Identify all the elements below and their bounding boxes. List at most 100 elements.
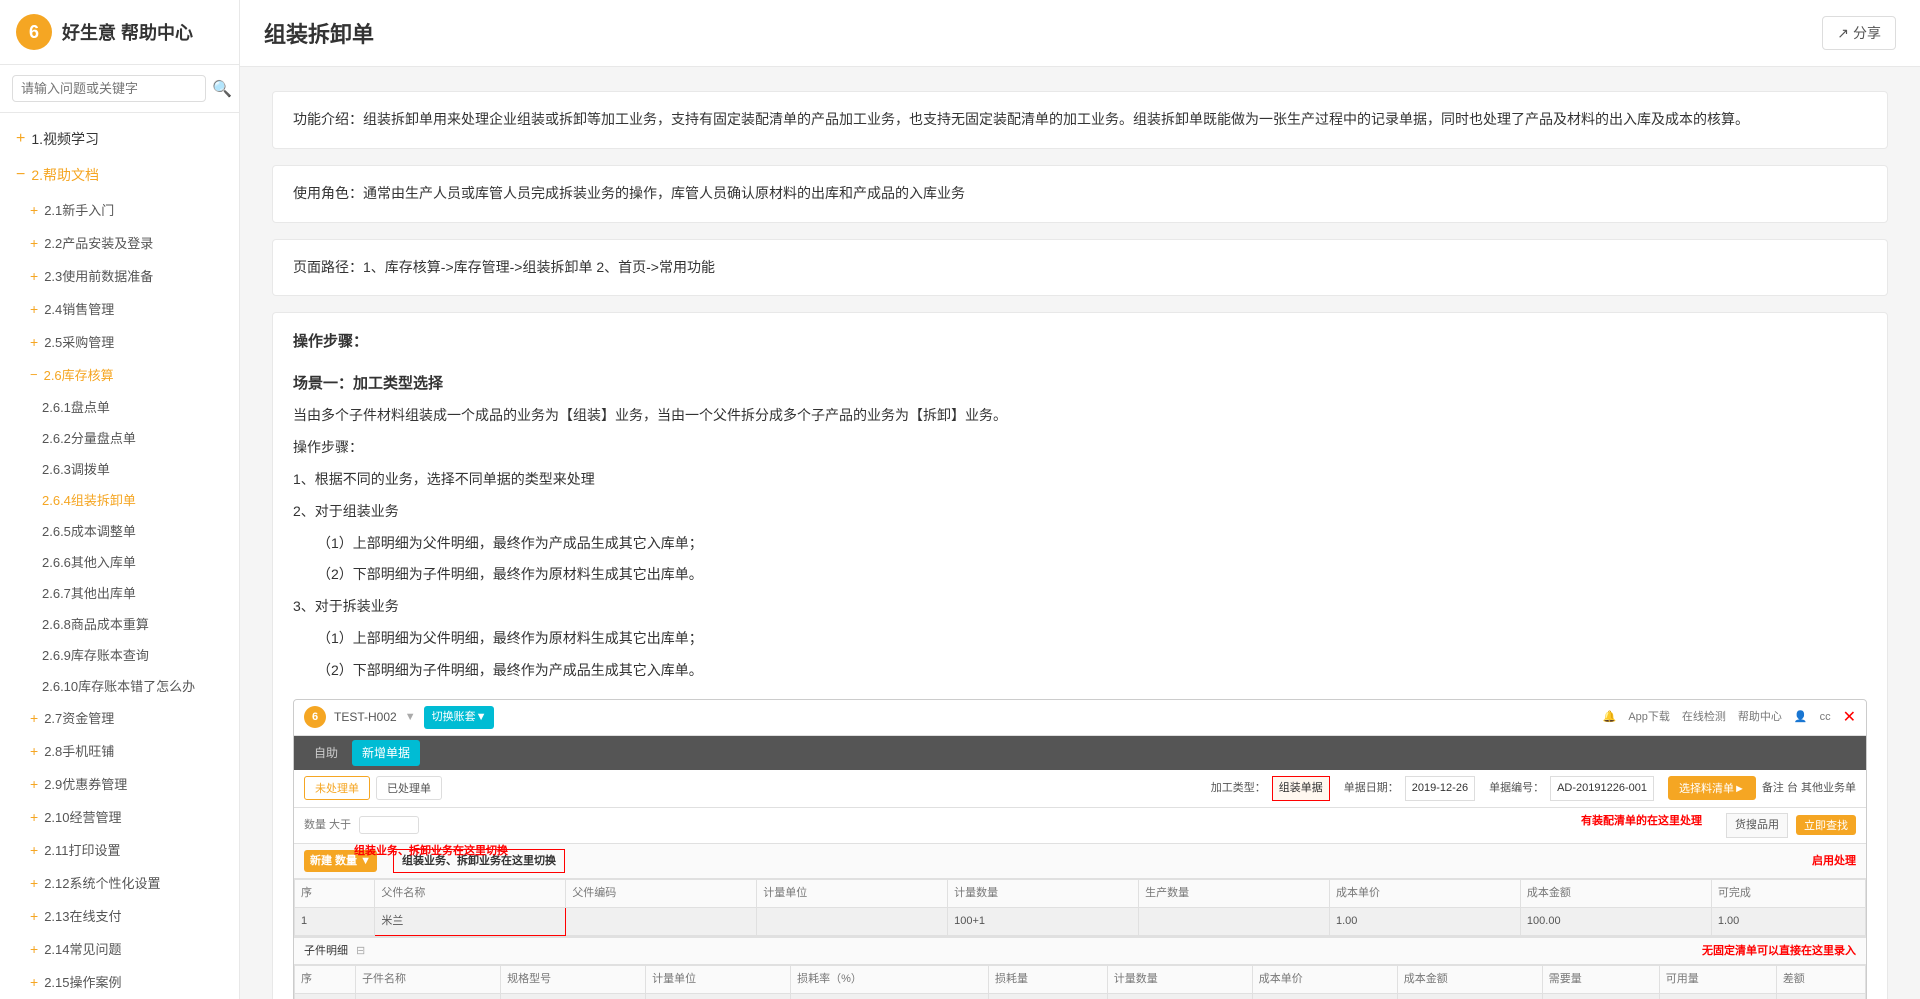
plus-icon: + [30, 202, 38, 218]
td-parent-name[interactable]: 米兰 [375, 907, 566, 935]
bottom-section-header: 子件明细 ⊟ 无固定清单可以直接在这里录入 [294, 936, 1866, 966]
bth-unit-qty: 计量数量 [1107, 966, 1252, 994]
btd-child-name: 饲料 1 [356, 993, 501, 999]
btd-seq: 1 [295, 993, 356, 999]
app-nav-new[interactable]: 新增单据 [352, 740, 420, 766]
logo-text: 好生意 帮助中心 [62, 19, 193, 45]
app-switch-btn[interactable]: 切换账套▼ [424, 706, 495, 729]
top-table-body: 1 米兰 100+1 1.00 100.00 1.00 [295, 907, 1866, 935]
search-input[interactable] [12, 75, 206, 102]
app-screenshot: 6 TEST-H002 ▼ 切换账套▼ 🔔 App下载 在线检测 帮助中心 👤 … [293, 699, 1867, 999]
td-cost-price: 1.00 [1330, 907, 1521, 935]
sidebar-item-2-6-8[interactable]: 2.6.8商品成本重算 [0, 608, 239, 639]
sidebar-item-2-6-9[interactable]: 2.6.9库存账本查询 [0, 639, 239, 670]
sidebar-item-2-12[interactable]: + 2.12系统个性化设置 [0, 866, 239, 899]
toolbar-pending-btn[interactable]: 未处理单 [304, 776, 370, 800]
toolbar-done-btn[interactable]: 已处理单 [376, 776, 442, 800]
btd-unit: 1件 [646, 993, 791, 999]
sidebar-item-2-6-6[interactable]: 2.6.6其他入库单 [0, 546, 239, 577]
bth-cost-amount: 成本金额 [1397, 966, 1542, 994]
sidebar-item-2-6-10[interactable]: 2.6.10库存账本错了怎么办 [0, 670, 239, 701]
app-username: cc [1820, 708, 1831, 727]
sidebar-item-2-7[interactable]: + 2.7资金管理 [0, 701, 239, 734]
bth-avail-qty: 可用量 [1659, 966, 1776, 994]
search-label: 数量 大于 [304, 816, 351, 835]
bottom-toggle-icon[interactable]: ⊟ [356, 942, 365, 961]
app-topbar: 6 TEST-H002 ▼ 切换账套▼ 🔔 App下载 在线检测 帮助中心 👤 … [294, 700, 1866, 736]
app-nav-home[interactable]: 自助 [304, 740, 348, 766]
sidebar-item-2-6-3[interactable]: 2.6.3调拨单 [0, 453, 239, 484]
bth-need-qty: 需要量 [1542, 966, 1659, 994]
step2: 2、对于组装业务 [293, 500, 1867, 524]
bottom-section-label: 子件明细 [304, 942, 348, 961]
page-path-card: 页面路径：1、库存核算->库存管理->组装拆卸单 2、首页->常用功能 [272, 239, 1888, 297]
th-cost-price: 成本单价 [1330, 880, 1521, 908]
nav-sub-sub-items-2-6: 2.6.1盘点单 2.6.2分量盘点单 2.6.3调拨单 2.6.4组装拆卸单 … [0, 391, 239, 701]
sidebar-item-video[interactable]: + 1.视频学习 [0, 121, 239, 157]
btd-need-qty [1542, 993, 1659, 999]
sidebar-item-2-6-5[interactable]: 2.6.5成本调整单 [0, 515, 239, 546]
sidebar-item-2-6[interactable]: − 2.6库存核算 [0, 358, 239, 391]
sidebar-item-2-2[interactable]: + 2.2产品安装及登录 [0, 226, 239, 259]
bth-child-name: 子件名称 [356, 966, 501, 994]
sidebar-item-2-6-4[interactable]: 2.6.4组装拆卸单 [0, 484, 239, 515]
sidebar-item-docs[interactable]: − 2.帮助文档 [0, 157, 239, 193]
main-content: 组装拆卸单 ↗ 分享 功能介绍：组装拆卸单用来处理企业组装或拆卸等加工业务，支持… [240, 0, 1920, 999]
sidebar-item-2-3[interactable]: + 2.3使用前数据准备 [0, 259, 239, 292]
scenario1-title: 场景一：加工类型选择 [293, 371, 1867, 397]
plus-icon: + [30, 941, 38, 957]
sidebar-item-2-15[interactable]: + 2.15操作案例 [0, 965, 239, 998]
th-parent-name: 父件名称 [375, 880, 566, 908]
usage-role-text: 使用角色：通常由生产人员或库管人员完成拆装业务的操作，库管人员确认原材料的出库和… [293, 185, 965, 201]
app-topbar-left: 6 TEST-H002 ▼ 切换账套▼ [304, 706, 494, 729]
app-close-icon[interactable]: ✕ [1843, 704, 1856, 731]
form-docno-value[interactable]: AD-20191226-001 [1550, 776, 1654, 801]
step3-2: （2）下部明细为子件明细，最终作为产成品生成其它入库单。 [317, 659, 1867, 683]
sidebar-item-2-6-7[interactable]: 2.6.7其他出库单 [0, 577, 239, 608]
step2-2: （2）下部明细为子件明细，最终作为原材料生成其它出库单。 [317, 563, 1867, 587]
annotation-3: 启用处理 [1812, 852, 1856, 871]
sidebar-item-2-5[interactable]: + 2.5采购管理 [0, 325, 239, 358]
share-icon: ↗ [1837, 25, 1849, 42]
app-nav-bar: 自助 新增单据 [294, 736, 1866, 770]
btd-loss-qty: 100.00 [989, 993, 1108, 999]
search-qty-input[interactable] [359, 816, 419, 834]
form-type-value[interactable]: 组装单据 [1272, 776, 1330, 801]
app-link-help[interactable]: 帮助中心 [1738, 708, 1782, 727]
sidebar-item-2-4[interactable]: + 2.4销售管理 [0, 292, 239, 325]
step2-1: （1）上部明细为父件明细，最终作为产成品生成其它入库单； [317, 532, 1867, 556]
top-table-container: 序 父件名称 父件编码 计量单位 计量数量 生产数量 成本单价 成本金额 可完成 [294, 879, 1866, 935]
sidebar-item-2-6-1[interactable]: 2.6.1盘点单 [0, 391, 239, 422]
share-button[interactable]: ↗ 分享 [1822, 16, 1896, 50]
form-extra: 备注 台 其他业务单 [1762, 779, 1856, 798]
sidebar-item-2-8[interactable]: + 2.8手机旺铺 [0, 734, 239, 767]
sidebar-item-2-11[interactable]: + 2.11打印设置 [0, 833, 239, 866]
nav-section-video: + 1.视频学习 [0, 121, 239, 157]
sidebar-item-2-1[interactable]: + 2.1新手入门 [0, 193, 239, 226]
app-bell-icon: 🔔 [1603, 708, 1617, 727]
bth-diff: 差额 [1776, 966, 1865, 994]
step3: 3、对于拆装业务 [293, 595, 1867, 619]
app-dropdown[interactable]: ▼ [405, 708, 416, 727]
search-field[interactable]: 货搜品用 [1726, 813, 1788, 838]
search-btn[interactable]: 立即查找 [1796, 815, 1856, 835]
bottom-table-body: 1 饲料 1 规格A+ 1件 1件+44 100.00 0.00 0.00 0.… [295, 993, 1866, 999]
step3-1: （1）上部明细为父件明细，最终作为原材料生成其它出库单； [317, 627, 1867, 651]
sidebar-item-2-10[interactable]: + 2.10经营管理 [0, 800, 239, 833]
app-link-checkin[interactable]: 在线检测 [1682, 708, 1726, 727]
sidebar-item-2-14[interactable]: + 2.14常见问题 [0, 932, 239, 965]
app-link-apps[interactable]: App下载 [1628, 708, 1670, 727]
form-date-value[interactable]: 2019-12-26 [1405, 776, 1475, 801]
sidebar-item-2-9[interactable]: + 2.9优惠券管理 [0, 767, 239, 800]
sidebar-item-2-6-2[interactable]: 2.6.2分量盘点单 [0, 422, 239, 453]
th-cost-amount: 成本金额 [1520, 880, 1711, 908]
top-table-header-row: 序 父件名称 父件编码 计量单位 计量数量 生产数量 成本单价 成本金额 可完成 [295, 880, 1866, 908]
sidebar-item-2-13[interactable]: + 2.13在线支付 [0, 899, 239, 932]
search-button[interactable]: 🔍 [212, 79, 232, 99]
btd-loss-rate: 1件+44 [791, 993, 989, 999]
plus-icon: + [30, 908, 38, 924]
page-path-text: 页面路径：1、库存核算->库存管理->组装拆卸单 2、首页->常用功能 [293, 259, 715, 275]
scenario1-desc: 当由多个子件材料组装成一个成品的业务为【组装】业务，当由一个父件拆分成多个子产品… [293, 404, 1867, 428]
sidebar-item-2-1-label: 2.1新手入门 [44, 200, 114, 219]
toolbar-confirm-btn[interactable]: 选择料清单► [1668, 776, 1756, 800]
